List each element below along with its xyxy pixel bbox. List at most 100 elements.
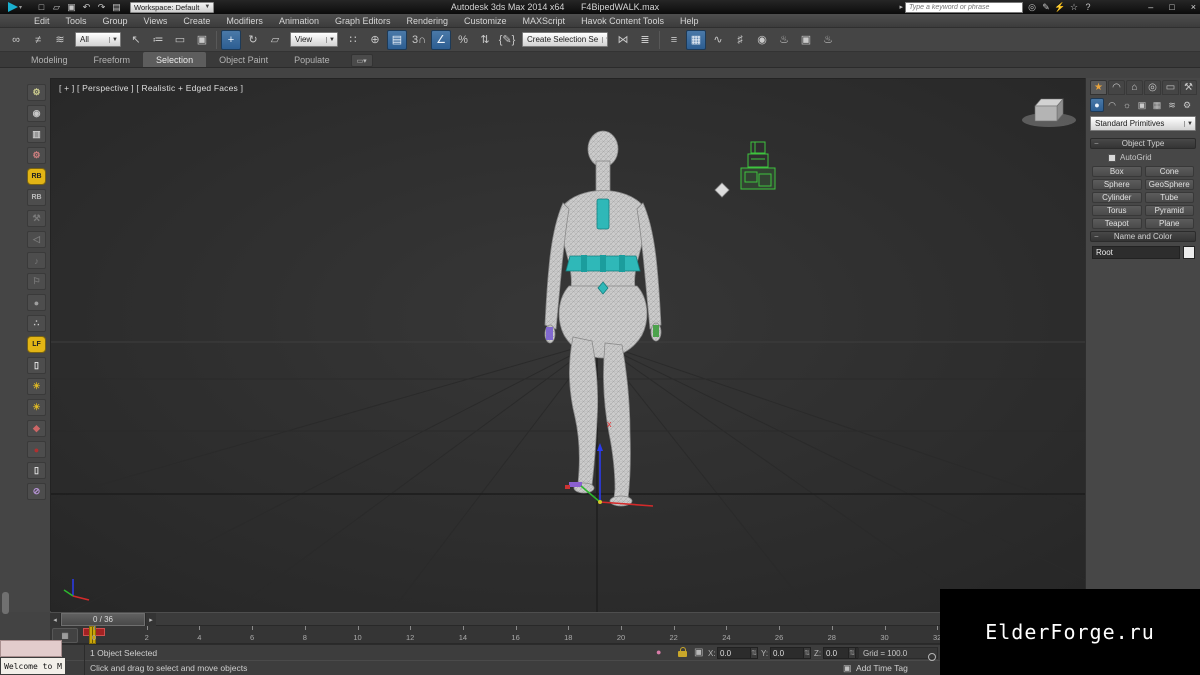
selection-lock-icon[interactable] bbox=[678, 651, 687, 657]
menu-customize[interactable]: Customize bbox=[456, 16, 515, 26]
create-cameras-icon[interactable]: ▣ bbox=[1135, 98, 1149, 112]
open-file-icon[interactable]: ▱ bbox=[49, 1, 64, 13]
dock-scrollbar-handle[interactable] bbox=[2, 592, 9, 614]
project-folder-icon[interactable]: ▤ bbox=[109, 1, 124, 13]
menu-create[interactable]: Create bbox=[175, 16, 218, 26]
search-history-icon[interactable]: ▸ bbox=[899, 3, 903, 11]
ribbon-tab-populate[interactable]: Populate bbox=[281, 52, 343, 67]
help-icon[interactable]: ? bbox=[1081, 1, 1095, 13]
bind-to-space-warp-icon[interactable]: ≋ bbox=[50, 30, 70, 50]
schematic-view-icon[interactable]: ♯ bbox=[730, 30, 750, 50]
disabled-tool-3-icon[interactable]: ♪ bbox=[27, 252, 46, 269]
rectangular-selection-region-icon[interactable]: ▭ bbox=[170, 30, 190, 50]
figure-tool-icon[interactable]: ◆ bbox=[27, 420, 46, 437]
save-file-icon[interactable]: ▣ bbox=[64, 1, 79, 13]
previous-frame-button[interactable]: ◂ bbox=[50, 613, 61, 626]
primitive-button-cone[interactable]: Cone bbox=[1145, 166, 1195, 177]
primitive-button-sphere[interactable]: Sphere bbox=[1092, 179, 1142, 190]
menu-rendering[interactable]: Rendering bbox=[399, 16, 457, 26]
workspace-selector[interactable]: Workspace: Default ▼ bbox=[130, 2, 214, 13]
time-slider-handle[interactable]: 0 / 36 bbox=[61, 613, 145, 626]
spinner-snap-icon[interactable]: ⇅ bbox=[475, 30, 495, 50]
create-spacewarps-icon[interactable]: ≋ bbox=[1165, 98, 1179, 112]
ribbon-tab-selection[interactable]: Selection bbox=[143, 52, 206, 67]
disabled-tool-2-icon[interactable]: ◁ bbox=[27, 231, 46, 248]
burst-tool-2-icon[interactable]: ☀ bbox=[27, 399, 46, 416]
tab-hierarchy-icon[interactable]: ⌂ bbox=[1126, 80, 1143, 95]
x-spinner[interactable]: ⇅ bbox=[750, 647, 758, 659]
render-setup-icon[interactable]: ♨ bbox=[774, 30, 794, 50]
rigid-body-icon[interactable]: RB bbox=[27, 168, 46, 185]
toggle-ribbon-icon[interactable]: ▦ bbox=[686, 30, 706, 50]
key-filter-icon[interactable] bbox=[928, 653, 936, 661]
welcome-window-titlebar[interactable]: Welcome to M bbox=[0, 657, 66, 675]
ribbon-collapse-button[interactable]: ▭▾ bbox=[351, 54, 373, 67]
communication-center-icon[interactable]: ⚡ bbox=[1053, 1, 1067, 13]
window-crossing-toggle-icon[interactable]: ▣ bbox=[192, 30, 212, 50]
menu-help[interactable]: Help bbox=[672, 16, 707, 26]
ribbon-tab-object-paint[interactable]: Object Paint bbox=[206, 52, 281, 67]
select-object-icon[interactable]: ↖ bbox=[126, 30, 146, 50]
primitive-button-torus[interactable]: Torus bbox=[1092, 205, 1142, 216]
absolute-mode-icon[interactable]: ▣ bbox=[694, 647, 703, 658]
use-pivot-point-center-icon[interactable]: ∷ bbox=[343, 30, 363, 50]
havok-camera-tool-icon[interactable]: ◉ bbox=[27, 105, 46, 122]
mirror-icon[interactable]: ⋈ bbox=[613, 30, 633, 50]
primitive-button-cylinder[interactable]: Cylinder bbox=[1092, 192, 1142, 203]
render-production-icon[interactable]: ♨ bbox=[818, 30, 838, 50]
object-name-field[interactable]: Root bbox=[1092, 246, 1180, 259]
minimize-button[interactable]: – bbox=[1148, 2, 1153, 12]
material-editor-icon[interactable]: ◉ bbox=[752, 30, 772, 50]
add-time-tag[interactable]: Add Time Tag bbox=[856, 663, 908, 673]
sphere-tool-icon[interactable]: ● bbox=[27, 294, 46, 311]
sign-in-icon[interactable]: ✎ bbox=[1039, 1, 1053, 13]
redo-icon[interactable]: ↷ bbox=[94, 1, 109, 13]
reference-coordinate-system-dropdown[interactable]: View ▼ bbox=[290, 32, 338, 47]
ribbon-tab-freeform[interactable]: Freeform bbox=[81, 52, 144, 67]
havok-stats-tool-icon[interactable]: ▥ bbox=[27, 126, 46, 143]
curve-editor-icon[interactable]: ∿ bbox=[708, 30, 728, 50]
align-icon[interactable]: ≣ bbox=[635, 30, 655, 50]
menu-animation[interactable]: Animation bbox=[271, 16, 327, 26]
select-and-manipulate-icon[interactable]: ⊕ bbox=[365, 30, 385, 50]
keyboard-shortcut-override-icon[interactable]: ▤ bbox=[387, 30, 407, 50]
object-color-swatch[interactable] bbox=[1183, 246, 1195, 259]
autogrid-checkbox[interactable] bbox=[1108, 154, 1116, 162]
battery-tool-icon[interactable]: ▯ bbox=[27, 357, 46, 374]
disabled-tool-1-icon[interactable]: ⚒ bbox=[27, 210, 46, 227]
z-spinner[interactable]: ⇅ bbox=[848, 647, 856, 659]
ribbon-tab-modeling[interactable]: Modeling bbox=[18, 52, 81, 67]
selection-filter-dropdown[interactable]: All ▼ bbox=[75, 32, 121, 47]
z-coordinate-field[interactable]: 0.0 bbox=[823, 647, 863, 659]
next-frame-button[interactable]: ▸ bbox=[145, 613, 156, 626]
create-systems-icon[interactable]: ⚙ bbox=[1180, 98, 1194, 112]
primitive-category-dropdown[interactable]: Standard Primitives ▼ bbox=[1090, 116, 1196, 131]
create-geometry-icon[interactable]: ● bbox=[1090, 98, 1104, 112]
tab-modify-icon[interactable]: ◠ bbox=[1108, 80, 1125, 95]
3dsmax-logo-icon[interactable]: ▾ bbox=[0, 0, 30, 14]
welcome-window-fragment[interactable] bbox=[0, 640, 62, 657]
snaps-toggle-3d-icon[interactable]: 3∩ bbox=[409, 30, 429, 50]
new-scene-icon[interactable]: □ bbox=[34, 1, 49, 13]
disabled-tool-4-icon[interactable]: ⚐ bbox=[27, 273, 46, 290]
menu-tools[interactable]: Tools bbox=[58, 16, 95, 26]
havok-physics-tool-icon[interactable]: ⚙ bbox=[27, 147, 46, 164]
menu-maxscript[interactable]: MAXScript bbox=[515, 16, 574, 26]
rendered-frame-window-icon[interactable]: ▣ bbox=[796, 30, 816, 50]
no-export-tool-icon[interactable]: ⊘ bbox=[27, 483, 46, 500]
perspective-viewport[interactable]: [ + ] [ Perspective ] [ Realistic + Edge… bbox=[50, 78, 1085, 611]
primitive-button-tube[interactable]: Tube bbox=[1145, 192, 1195, 203]
create-shapes-icon[interactable]: ◠ bbox=[1105, 98, 1119, 112]
time-tag-icon[interactable]: ▣ bbox=[843, 663, 852, 674]
y-spinner[interactable]: ⇅ bbox=[803, 647, 811, 659]
primitive-button-box[interactable]: Box bbox=[1092, 166, 1142, 177]
percent-snap-icon[interactable]: % bbox=[453, 30, 473, 50]
object-type-rollout-header[interactable]: − Object Type bbox=[1090, 138, 1196, 149]
select-and-scale-icon[interactable]: ▱ bbox=[265, 30, 285, 50]
time-slider[interactable]: ◂ 0 / 36 ▸ bbox=[50, 612, 940, 626]
primitive-button-geosphere[interactable]: GeoSphere bbox=[1145, 179, 1195, 190]
primitive-button-plane[interactable]: Plane bbox=[1145, 218, 1195, 229]
track-bar[interactable]: 02468101214161820222426283032 bbox=[50, 626, 940, 644]
tab-utilities-icon[interactable]: ⚒ bbox=[1180, 80, 1197, 95]
edit-named-selection-sets-icon[interactable]: {✎} bbox=[497, 30, 517, 50]
